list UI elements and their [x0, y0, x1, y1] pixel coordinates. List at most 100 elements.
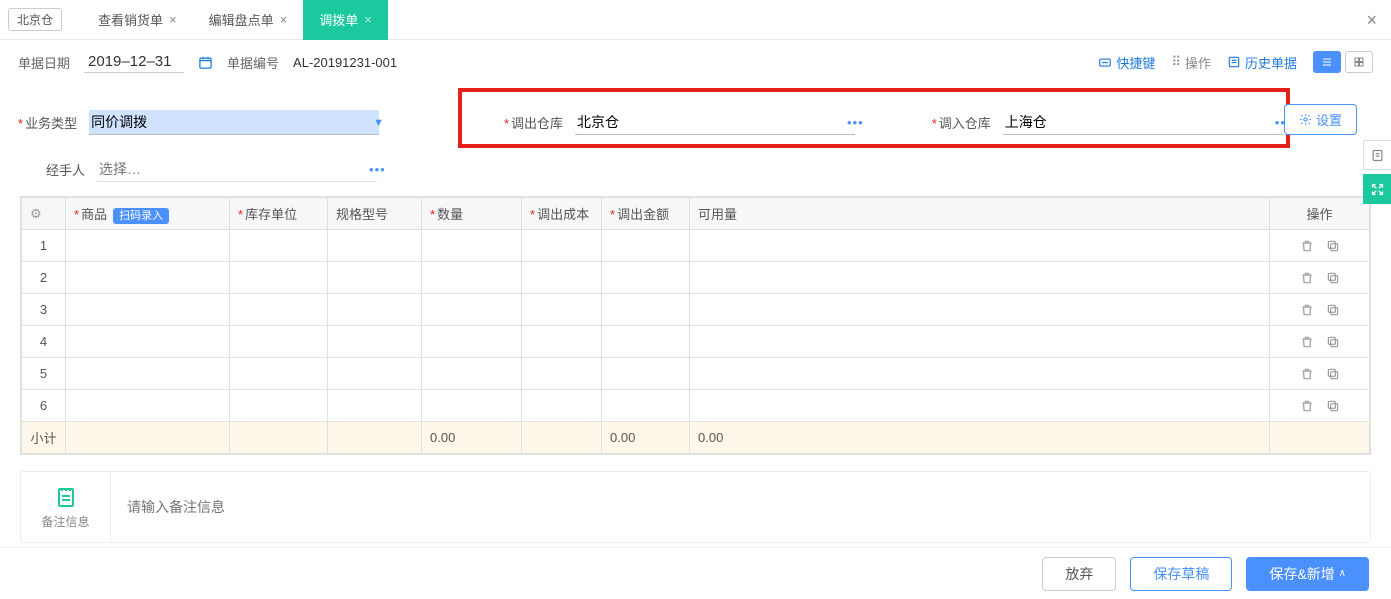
- docno-value: AL-20191231-001: [293, 55, 397, 70]
- table-row[interactable]: 6: [22, 390, 1370, 422]
- handler-field: 经手人 •••: [46, 157, 386, 182]
- close-icon[interactable]: ×: [280, 12, 288, 27]
- history-label: 历史单据: [1245, 53, 1297, 72]
- tab-transfer[interactable]: 调拨单 ×: [303, 0, 388, 40]
- location-tag[interactable]: 北京仓: [8, 8, 62, 31]
- row-index: 5: [22, 358, 66, 390]
- close-icon[interactable]: ×: [169, 12, 177, 27]
- delete-icon[interactable]: [1300, 335, 1314, 349]
- col-out-cost: 调出成本: [537, 207, 589, 222]
- form-area: *业务类型 ▼ *调出仓库 ••• *调入仓库 ••• 经手人 •••: [0, 84, 1391, 190]
- settings-button[interactable]: 设置: [1284, 104, 1357, 135]
- subtotal-out-amt: 0.00: [602, 422, 690, 454]
- side-rail: [1363, 140, 1391, 204]
- biz-type-label: 业务类型: [25, 116, 77, 131]
- table-row[interactable]: 5: [22, 358, 1370, 390]
- col-qty: 数量: [437, 207, 463, 222]
- col-unit: 库存单位: [245, 207, 297, 222]
- row-index: 1: [22, 230, 66, 262]
- history-link[interactable]: 历史单据: [1227, 53, 1297, 72]
- row-index: 6: [22, 390, 66, 422]
- date-label: 单据日期: [18, 53, 70, 72]
- copy-icon[interactable]: [1326, 239, 1340, 253]
- settings-label: 设置: [1316, 110, 1342, 129]
- chevron-down-icon[interactable]: ▼: [373, 117, 384, 129]
- tab-bar: 北京仓 查看销货单 × 编辑盘点单 × 调拨单 × ×: [0, 0, 1391, 40]
- row-index: 2: [22, 262, 66, 294]
- shortcut-label: 快捷键: [1116, 53, 1155, 72]
- copy-icon[interactable]: [1326, 271, 1340, 285]
- save-new-label: 保存&新增: [1269, 564, 1334, 584]
- view-toggle-group: [1313, 51, 1373, 73]
- row-index: 3: [22, 294, 66, 326]
- delete-icon[interactable]: [1300, 399, 1314, 413]
- chevron-up-icon: ∧: [1339, 568, 1346, 579]
- docno-label: 单据编号: [227, 53, 279, 72]
- more-icon[interactable]: •••: [847, 115, 864, 130]
- table-row[interactable]: 3: [22, 294, 1370, 326]
- out-wh-input[interactable]: [575, 110, 855, 135]
- delete-icon[interactable]: [1300, 239, 1314, 253]
- col-out-amt: 调出金额: [617, 207, 669, 222]
- calendar-icon[interactable]: [198, 55, 213, 70]
- grid-icon: ⠿: [1171, 54, 1181, 70]
- in-wh-input[interactable]: [1003, 110, 1283, 135]
- in-warehouse-field: *调入仓库 •••: [932, 110, 1292, 135]
- discard-button[interactable]: 放弃: [1042, 557, 1116, 591]
- discard-label: 放弃: [1065, 564, 1093, 584]
- delete-icon[interactable]: [1300, 367, 1314, 381]
- col-product: 商品: [81, 207, 107, 222]
- table-header-row: ⚙ *商品扫码录入 *库存单位 规格型号 *数量 *调出成本 *调出金额 可用量…: [22, 198, 1370, 230]
- copy-icon[interactable]: [1326, 367, 1340, 381]
- note-icon: [54, 485, 78, 509]
- gear-icon[interactable]: ⚙: [30, 206, 42, 221]
- in-wh-label: 调入仓库: [939, 116, 991, 131]
- footer-bar: 放弃 保存草稿 保存&新增 ∧: [0, 547, 1391, 599]
- subtotal-qty: 0.00: [422, 422, 522, 454]
- delete-icon[interactable]: [1300, 271, 1314, 285]
- more-icon[interactable]: •••: [369, 162, 386, 177]
- view-list-button[interactable]: [1313, 51, 1341, 73]
- col-avail: 可用量: [698, 207, 737, 222]
- delete-icon[interactable]: [1300, 303, 1314, 317]
- table-row[interactable]: 4: [22, 326, 1370, 358]
- date-input[interactable]: 2019–12–31: [84, 51, 184, 73]
- items-table: ⚙ *商品扫码录入 *库存单位 规格型号 *数量 *调出成本 *调出金额 可用量…: [20, 196, 1371, 455]
- scan-badge[interactable]: 扫码录入: [113, 208, 169, 224]
- biz-type-select[interactable]: [89, 110, 379, 135]
- tab-sales-view[interactable]: 查看销货单 ×: [82, 0, 193, 40]
- view-grid-button[interactable]: [1345, 51, 1373, 73]
- col-ops: 操作: [1306, 207, 1332, 222]
- save-draft-button[interactable]: 保存草稿: [1130, 557, 1232, 591]
- save-draft-label: 保存草稿: [1153, 564, 1209, 584]
- remark-input[interactable]: [111, 472, 1370, 542]
- tab-label: 调拨单: [319, 10, 358, 29]
- copy-icon[interactable]: [1326, 303, 1340, 317]
- col-spec: 规格型号: [336, 207, 388, 222]
- copy-icon[interactable]: [1326, 399, 1340, 413]
- subtotal-row: 小计 0.00 0.00 0.00: [22, 422, 1370, 454]
- tab-inventory-edit[interactable]: 编辑盘点单 ×: [193, 0, 304, 40]
- shortcut-link[interactable]: 快捷键: [1098, 53, 1155, 72]
- handler-label: 经手人: [46, 160, 85, 179]
- copy-icon[interactable]: [1326, 335, 1340, 349]
- tab-label: 编辑盘点单: [209, 10, 274, 29]
- biz-type-field: *业务类型 ▼: [18, 110, 384, 135]
- rail-note-icon[interactable]: [1363, 140, 1391, 170]
- remark-section: 备注信息: [20, 471, 1371, 543]
- subtotal-label: 小计: [22, 422, 66, 454]
- tab-label: 查看销货单: [98, 10, 163, 29]
- window-close-icon[interactable]: ×: [1366, 10, 1377, 31]
- close-icon[interactable]: ×: [364, 12, 372, 27]
- doc-header: 单据日期 2019–12–31 单据编号 AL-20191231-001 快捷键…: [0, 40, 1391, 84]
- out-warehouse-field: *调出仓库 •••: [504, 110, 864, 135]
- save-new-button[interactable]: 保存&新增 ∧: [1246, 557, 1369, 591]
- rail-expand-icon[interactable]: [1363, 174, 1391, 204]
- operate-label: 操作: [1185, 53, 1211, 72]
- table-row[interactable]: 2: [22, 262, 1370, 294]
- operate-link[interactable]: ⠿ 操作: [1171, 53, 1211, 72]
- out-wh-label: 调出仓库: [511, 116, 563, 131]
- table-row[interactable]: 1: [22, 230, 1370, 262]
- handler-input[interactable]: [97, 157, 377, 182]
- row-index: 4: [22, 326, 66, 358]
